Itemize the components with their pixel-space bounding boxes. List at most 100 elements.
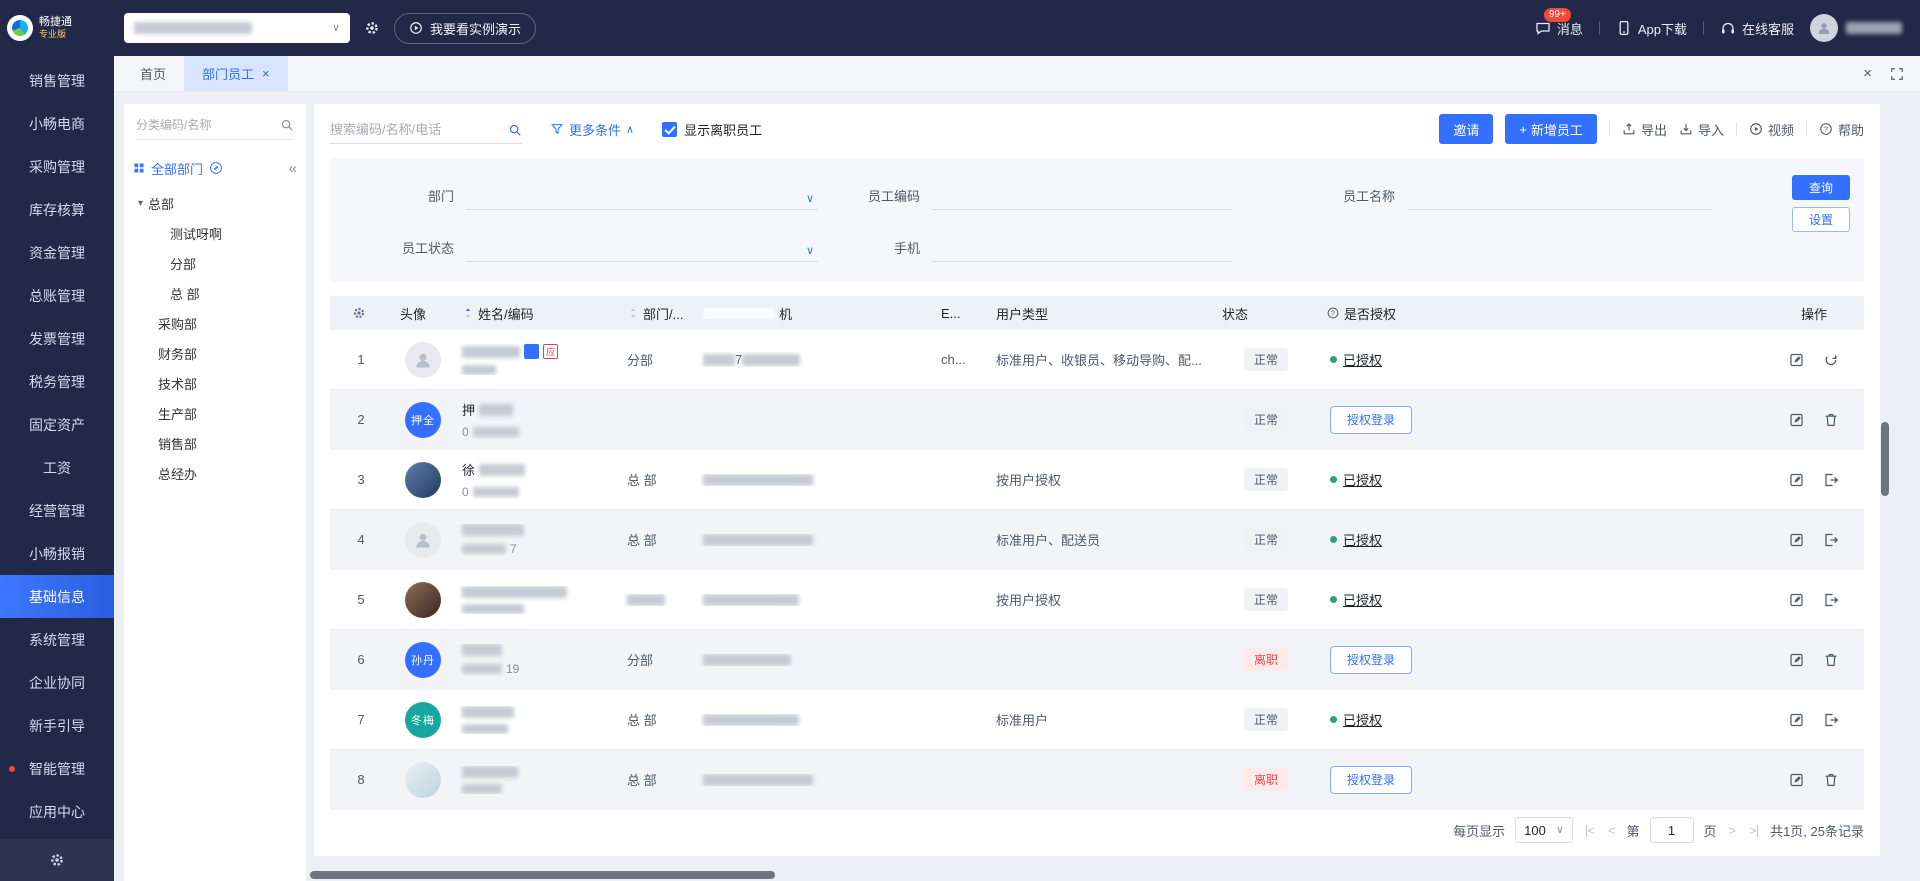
table-row[interactable]: 6 孙丹 19 分部 离职 授权登录	[330, 630, 1864, 690]
logout-button[interactable]	[1823, 472, 1839, 488]
page-number-input[interactable]	[1649, 817, 1694, 843]
sidebar-item-16[interactable]: 智能管理	[0, 747, 114, 790]
sidebar-item-11[interactable]: 小畅报销	[0, 532, 114, 575]
tree-item-9[interactable]: 总经办	[124, 458, 306, 488]
table-row[interactable]: 4 7 总 部 标准用户、配送员 正常 已授权	[330, 510, 1864, 570]
sidebar-settings-button[interactable]	[0, 839, 114, 881]
name-cell[interactable]: 应	[454, 344, 619, 375]
name-cell[interactable]	[454, 705, 619, 734]
edit-button[interactable]	[1789, 472, 1805, 488]
next-page-button[interactable]: >	[1727, 823, 1738, 838]
tree-root-label[interactable]: 全部部门	[151, 159, 203, 178]
search-icon[interactable]	[508, 123, 522, 137]
authorized-link[interactable]: 已授权	[1343, 350, 1382, 369]
authorized-link[interactable]: 已授权	[1343, 710, 1382, 729]
sidebar-item-15[interactable]: 新手引导	[0, 704, 114, 747]
dept-select[interactable]: ∨	[466, 184, 818, 210]
sidebar-item-3[interactable]: 库存核算	[0, 188, 114, 231]
fullscreen-icon[interactable]	[1890, 67, 1904, 81]
video-button[interactable]: 视频	[1749, 120, 1794, 139]
tab-close-icon[interactable]: ×	[262, 67, 270, 80]
tree-root-row[interactable]: 全部部门 «	[124, 152, 306, 184]
online-service-button[interactable]: 在线客服	[1720, 19, 1794, 38]
logout-button[interactable]	[1823, 532, 1839, 548]
emp-status-select[interactable]: ∨	[466, 236, 818, 262]
tree-item-4[interactable]: 采购部	[124, 308, 306, 338]
collapse-panel-button[interactable]: «	[289, 160, 297, 177]
authorized-link[interactable]: 已授权	[1343, 590, 1382, 609]
add-employee-button[interactable]: + 新增员工	[1505, 114, 1597, 144]
sidebar-item-12[interactable]: 基础信息	[0, 575, 114, 618]
edit-button[interactable]	[1789, 412, 1805, 428]
edit-button[interactable]	[1789, 772, 1805, 788]
table-row[interactable]: 5 按用户授权 正常 已授权	[330, 570, 1864, 630]
show-resigned-toggle[interactable]: 显示离职员工	[662, 120, 762, 139]
query-button[interactable]: 查询	[1792, 175, 1850, 200]
authorize-login-button[interactable]: 授权登录	[1330, 405, 1412, 434]
sidebar-item-5[interactable]: 总账管理	[0, 274, 114, 317]
column-settings-gear-icon[interactable]	[352, 306, 366, 320]
name-cell[interactable]: 19	[454, 643, 619, 676]
edit-button[interactable]	[1789, 712, 1805, 728]
search-icon[interactable]	[280, 118, 294, 132]
table-row[interactable]: 3徐0总 部按用户授权 正常 已授权	[330, 450, 1864, 510]
edit-button[interactable]	[1789, 532, 1805, 548]
emp-code-field[interactable]	[932, 184, 1232, 210]
sidebar-item-13[interactable]: 系统管理	[0, 618, 114, 661]
tree-item-2[interactable]: 分部	[124, 248, 306, 278]
name-cell[interactable]	[454, 585, 619, 614]
help-circle-icon[interactable]: ?	[1326, 306, 1340, 320]
sort-icon[interactable]	[462, 307, 474, 319]
table-row[interactable]: 7 冬梅 总 部 标准用户 正常 已授权	[330, 690, 1864, 750]
edit-pencil-icon[interactable]	[209, 161, 223, 175]
trash-button[interactable]	[1823, 652, 1839, 668]
sidebar-item-0[interactable]: 销售管理	[0, 59, 114, 102]
first-page-button[interactable]: |<	[1583, 823, 1596, 838]
emp-name-field[interactable]	[1407, 184, 1713, 210]
sort-icon[interactable]	[627, 307, 639, 319]
name-cell[interactable]: 7	[454, 523, 619, 556]
emp-code-input[interactable]	[936, 190, 1228, 205]
export-button[interactable]: 导出	[1622, 120, 1667, 139]
import-button[interactable]: 导入	[1679, 120, 1724, 139]
sidebar-item-1[interactable]: 小畅电商	[0, 102, 114, 145]
phone-field[interactable]	[932, 236, 1232, 262]
sync-button[interactable]	[1823, 352, 1839, 368]
messages-button[interactable]: 99+ 消息	[1535, 7, 1583, 38]
sidebar-item-8[interactable]: 固定资产	[0, 403, 114, 446]
more-filters-button[interactable]: 更多条件 ∧	[550, 120, 634, 139]
help-button[interactable]: ? 帮助	[1819, 120, 1864, 139]
column-header-name[interactable]: 姓名/编码	[454, 304, 619, 323]
sidebar-item-17[interactable]: 应用中心	[0, 790, 114, 833]
sidebar-item-6[interactable]: 发票管理	[0, 317, 114, 360]
tree-item-1[interactable]: 测试呀啊	[124, 218, 306, 248]
phone-input[interactable]	[936, 242, 1228, 257]
sidebar-item-9[interactable]: 工资	[0, 446, 114, 489]
tree-item-5[interactable]: 财务部	[124, 338, 306, 368]
tree-item-0[interactable]: ▾ 总部	[124, 188, 306, 218]
sidebar-item-2[interactable]: 采购管理	[0, 145, 114, 188]
name-cell[interactable]: 押0	[454, 400, 619, 439]
tree-item-7[interactable]: 生产部	[124, 398, 306, 428]
logout-button[interactable]	[1823, 712, 1839, 728]
column-header-dept[interactable]: 部门/...	[619, 304, 695, 323]
settings-button[interactable]: 设置	[1792, 207, 1850, 232]
tree-search-input[interactable]	[136, 118, 276, 132]
per-page-select[interactable]: 100 ∨	[1515, 817, 1573, 843]
emp-name-input[interactable]	[1411, 190, 1709, 205]
caret-down-icon[interactable]: ▾	[138, 198, 143, 209]
sidebar-item-7[interactable]: 税务管理	[0, 360, 114, 403]
prev-page-button[interactable]: <	[1606, 823, 1617, 838]
horizontal-scrollbar[interactable]	[310, 871, 775, 879]
logout-button[interactable]	[1823, 592, 1839, 608]
authorized-link[interactable]: 已授权	[1343, 530, 1382, 549]
last-page-button[interactable]: >|	[1747, 823, 1760, 838]
trash-button[interactable]	[1823, 412, 1839, 428]
name-cell[interactable]	[454, 765, 619, 794]
checkbox-checked-icon[interactable]	[662, 121, 678, 137]
edit-button[interactable]	[1789, 352, 1805, 368]
trash-button[interactable]	[1823, 772, 1839, 788]
workspace-gear-icon[interactable]	[364, 20, 380, 36]
sidebar-item-14[interactable]: 企业协同	[0, 661, 114, 704]
app-download-button[interactable]: App下载	[1616, 19, 1687, 38]
